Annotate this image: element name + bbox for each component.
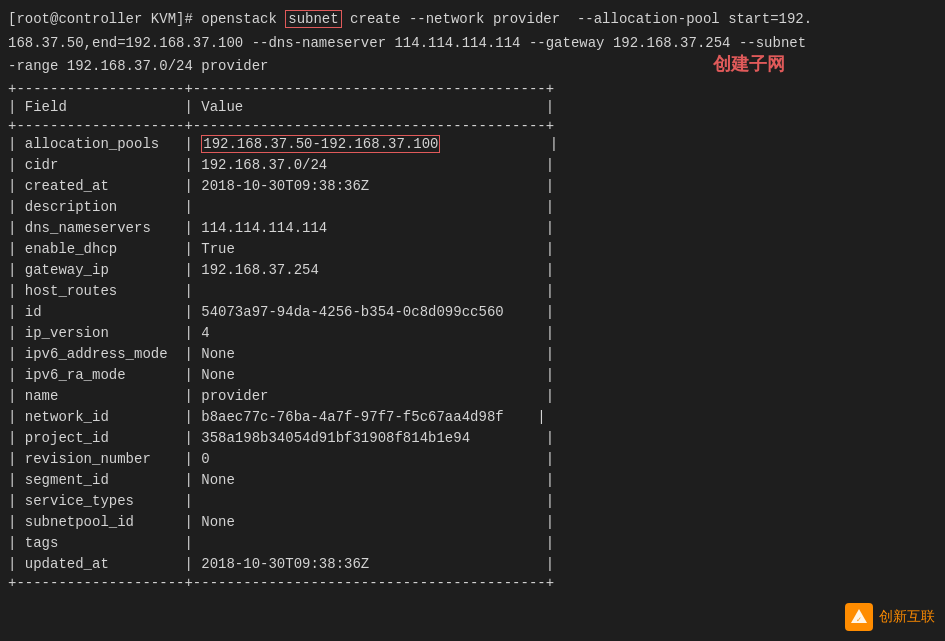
watermark-bottom: ✓ 创新互联: [845, 603, 935, 631]
divider-top: +--------------------+------------------…: [8, 81, 937, 97]
watermark-logo-icon: ✓: [845, 603, 873, 631]
table-row: | created_at | 2018-10-30T09:38:36Z |: [8, 176, 937, 197]
logo-svg: ✓: [849, 607, 869, 627]
table-row: | segment_id | None |: [8, 470, 937, 491]
table-row: | enable_dhcp | True |: [8, 239, 937, 260]
command-line-2: 168.37.50,end=192.168.37.100 --dns-names…: [4, 32, 941, 56]
terminal-window: [root@controller KVM]# openstack subnet …: [0, 0, 945, 641]
table-row: | allocation_pools | 192.168.37.50-192.1…: [8, 134, 937, 155]
allocation-pools-value: 192.168.37.50-192.168.37.100: [201, 135, 440, 153]
table-row: | subnetpool_id | None |: [8, 512, 937, 533]
table-row: | ipv6_ra_mode | None |: [8, 365, 937, 386]
prompt: [root@controller KVM]# openstack: [8, 11, 285, 27]
table-row: | host_routes | |: [8, 281, 937, 302]
watermark-top: 创建子网: [713, 52, 785, 76]
table-row: | service_types | |: [8, 491, 937, 512]
table-row: | id | 54073a97-94da-4256-b354-0c8d099cc…: [8, 302, 937, 323]
subnet-keyword: subnet: [285, 10, 341, 28]
table-row: | description | |: [8, 197, 937, 218]
table-row: | name | provider |: [8, 386, 937, 407]
divider-header: +--------------------+------------------…: [8, 118, 937, 134]
table-row: | network_id | b8aec77c-76ba-4a7f-97f7-f…: [8, 407, 937, 428]
command-args: create --network provider --allocation-p…: [342, 11, 812, 27]
table-row: | tags | |: [8, 533, 937, 554]
table-row: | project_id | 358a198b34054d91bf31908f8…: [8, 428, 937, 449]
result-table: +--------------------+------------------…: [4, 81, 941, 591]
table-row: | ipv6_address_mode | None |: [8, 344, 937, 365]
table-row: | gateway_ip | 192.168.37.254 |: [8, 260, 937, 281]
table-row: | revision_number | 0 |: [8, 449, 937, 470]
watermark-text: 创新互联: [879, 608, 935, 626]
table-row: | updated_at | 2018-10-30T09:38:36Z |: [8, 554, 937, 575]
divider-bottom: +--------------------+------------------…: [8, 575, 937, 591]
command-line-1: [root@controller KVM]# openstack subnet …: [4, 8, 941, 32]
svg-text:✓: ✓: [857, 615, 862, 624]
table-header: | Field | Value |: [8, 97, 937, 118]
table-row: | cidr | 192.168.37.0/24 |: [8, 155, 937, 176]
table-row: | ip_version | 4 |: [8, 323, 937, 344]
command-line-3: -range 192.168.37.0/24 provider: [4, 55, 941, 79]
table-row: | dns_nameservers | 114.114.114.114 |: [8, 218, 937, 239]
